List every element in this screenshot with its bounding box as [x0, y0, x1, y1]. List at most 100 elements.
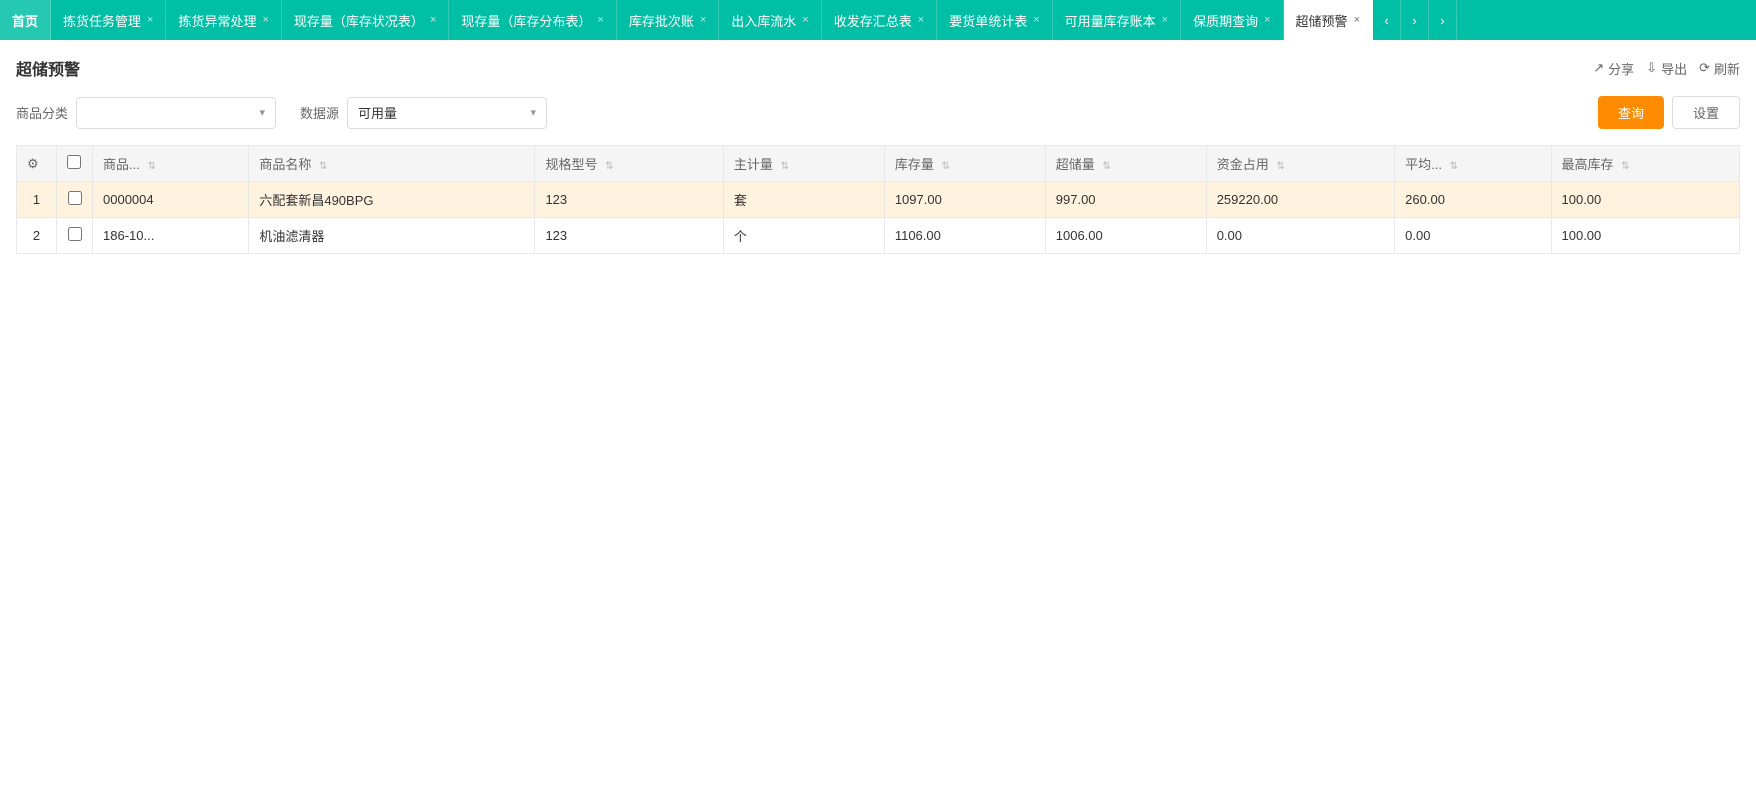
col-capital[interactable]: 资金占用 ⇅: [1206, 146, 1394, 182]
sort-icon-overstock: ⇅: [1102, 161, 1110, 172]
nav-close-overstock[interactable]: ×: [1354, 14, 1360, 26]
nav-item-overstock[interactable]: 超储预警 ×: [1284, 0, 1373, 40]
gear-icon: ⚙: [27, 156, 39, 171]
select-all-checkbox[interactable]: [67, 155, 81, 169]
col-settings[interactable]: ⚙: [17, 146, 57, 182]
top-navigation: 首页 拣货任务管理 × 拣货异常处理 × 现存量（库存状况表） × 现存量（库存…: [0, 0, 1756, 40]
nav-close-order-stats[interactable]: ×: [1033, 14, 1039, 26]
nav-label-available-book: 可用量库存账本: [1065, 11, 1156, 30]
col-stock-label: 库存量: [895, 157, 934, 172]
nav-item-stock-status[interactable]: 现存量（库存状况表） ×: [282, 0, 449, 40]
col-avg-label: 平均...: [1405, 157, 1442, 172]
cell-num-0: 1: [17, 182, 57, 218]
nav-item-exception[interactable]: 拣货异常处理 ×: [166, 0, 281, 40]
nav-item-home[interactable]: 首页: [0, 0, 51, 40]
nav-label-expiry: 保质期查询: [1193, 11, 1258, 30]
nav-item-batch-account[interactable]: 库存批次账 ×: [617, 0, 719, 40]
category-select-arrow: ▾: [259, 106, 265, 119]
col-checkbox: [57, 146, 93, 182]
sort-icon-stock: ⇅: [941, 161, 949, 172]
col-spec[interactable]: 规格型号 ⇅: [535, 146, 723, 182]
nav-label-summary: 收发存汇总表: [834, 11, 912, 30]
table-row: 2 186-10... 机油滤清器 123 个 1106.00 1006.00 …: [17, 218, 1740, 254]
share-icon: ↗: [1593, 60, 1604, 76]
col-unit[interactable]: 主计量 ⇅: [723, 146, 884, 182]
category-filter-label: 商品分类: [16, 103, 68, 122]
sort-icon-name: ⇅: [319, 161, 327, 172]
cell-spec-0: 123: [535, 182, 723, 218]
nav-label-stock-status: 现存量（库存状况表）: [294, 11, 424, 30]
nav-label-order-stats: 要货单统计表: [949, 11, 1027, 30]
cell-code-0: 0000004: [93, 182, 249, 218]
nav-close-task-mgmt[interactable]: ×: [147, 14, 153, 26]
col-name-label: 商品名称: [259, 157, 311, 172]
filter-buttons: 查询 设置: [1598, 96, 1740, 129]
datasource-select-value: 可用量: [358, 103, 397, 122]
nav-label-overstock: 超储预警: [1296, 11, 1348, 30]
nav-item-inout-flow[interactable]: 出入库流水 ×: [719, 0, 821, 40]
nav-close-batch-account[interactable]: ×: [700, 14, 706, 26]
data-table: ⚙ 商品... ⇅ 商品名称 ⇅ 规格型号 ⇅ 主计量: [16, 145, 1740, 254]
nav-item-expiry[interactable]: 保质期查询 ×: [1181, 0, 1283, 40]
sort-icon-avg: ⇅: [1450, 161, 1458, 172]
cell-checkbox-0[interactable]: [57, 182, 93, 218]
col-capital-label: 资金占用: [1217, 157, 1269, 172]
category-select[interactable]: ▾: [76, 97, 276, 129]
export-label: 导出: [1661, 59, 1687, 78]
category-filter-item: 商品分类 ▾: [16, 97, 276, 129]
nav-label-stock-dist: 现存量（库存分布表）: [461, 11, 591, 30]
nav-item-task-mgmt[interactable]: 拣货任务管理 ×: [51, 0, 166, 40]
nav-label-task-mgmt: 拣货任务管理: [63, 11, 141, 30]
row-checkbox-1[interactable]: [68, 227, 82, 241]
datasource-select-arrow: ▾: [531, 106, 537, 119]
nav-close-inout-flow[interactable]: ×: [802, 14, 808, 26]
table-header-row: ⚙ 商品... ⇅ 商品名称 ⇅ 规格型号 ⇅ 主计量: [17, 146, 1740, 182]
col-overstock[interactable]: 超储量 ⇅: [1045, 146, 1206, 182]
row-checkbox-0[interactable]: [68, 191, 82, 205]
nav-item-summary[interactable]: 收发存汇总表 ×: [822, 0, 937, 40]
nav-item-stock-dist[interactable]: 现存量（库存分布表） ×: [449, 0, 616, 40]
export-button[interactable]: ⇩ 导出: [1646, 59, 1687, 78]
datasource-select[interactable]: 可用量 ▾: [347, 97, 547, 129]
nav-next-arrow[interactable]: ›: [1401, 0, 1429, 40]
sort-icon-max: ⇅: [1621, 161, 1629, 172]
col-max[interactable]: 最高库存 ⇅: [1551, 146, 1740, 182]
share-button[interactable]: ↗ 分享: [1593, 59, 1634, 78]
cell-capital-1: 0.00: [1206, 218, 1394, 254]
cell-unit-0: 套: [723, 182, 884, 218]
nav-close-available-book[interactable]: ×: [1162, 14, 1168, 26]
query-button[interactable]: 查询: [1598, 96, 1664, 129]
refresh-button[interactable]: ⟳ 刷新: [1699, 59, 1740, 78]
nav-close-expiry[interactable]: ×: [1264, 14, 1270, 26]
page-title: 超储预警: [16, 56, 80, 80]
sort-icon-capital: ⇅: [1276, 161, 1284, 172]
col-name[interactable]: 商品名称 ⇅: [249, 146, 535, 182]
col-avg[interactable]: 平均... ⇅: [1395, 146, 1551, 182]
nav-close-stock-status[interactable]: ×: [430, 14, 436, 26]
nav-close-exception[interactable]: ×: [262, 14, 268, 26]
col-spec-label: 规格型号: [545, 157, 597, 172]
col-stock[interactable]: 库存量 ⇅: [884, 146, 1045, 182]
share-label: 分享: [1608, 59, 1634, 78]
nav-prev-arrow[interactable]: ‹: [1373, 0, 1401, 40]
refresh-icon: ⟳: [1699, 60, 1710, 76]
filter-row: 商品分类 ▾ 数据源 可用量 ▾ 查询 设置: [16, 96, 1740, 129]
settings-button[interactable]: 设置: [1672, 96, 1740, 129]
cell-avg-1: 0.00: [1395, 218, 1551, 254]
col-code[interactable]: 商品... ⇅: [93, 146, 249, 182]
nav-item-available-book[interactable]: 可用量库存账本 ×: [1053, 0, 1181, 40]
cell-checkbox-1[interactable]: [57, 218, 93, 254]
cell-max-0: 100.00: [1551, 182, 1740, 218]
nav-close-summary[interactable]: ×: [918, 14, 924, 26]
col-max-label: 最高库存: [1562, 157, 1614, 172]
page-container: 超储预警 ↗ 分享 ⇩ 导出 ⟳ 刷新 商品分类 ▾ 数据源: [0, 40, 1756, 800]
nav-more-arrow[interactable]: ›: [1429, 0, 1457, 40]
nav-item-order-stats[interactable]: 要货单统计表 ×: [937, 0, 1052, 40]
col-code-label: 商品...: [103, 157, 140, 172]
cell-code-1: 186-10...: [93, 218, 249, 254]
cell-overstock-0: 997.00: [1045, 182, 1206, 218]
nav-close-stock-dist[interactable]: ×: [597, 14, 603, 26]
header-actions: ↗ 分享 ⇩ 导出 ⟳ 刷新: [1593, 59, 1740, 78]
sort-icon-code: ⇅: [147, 161, 155, 172]
datasource-filter-item: 数据源 可用量 ▾: [300, 97, 547, 129]
